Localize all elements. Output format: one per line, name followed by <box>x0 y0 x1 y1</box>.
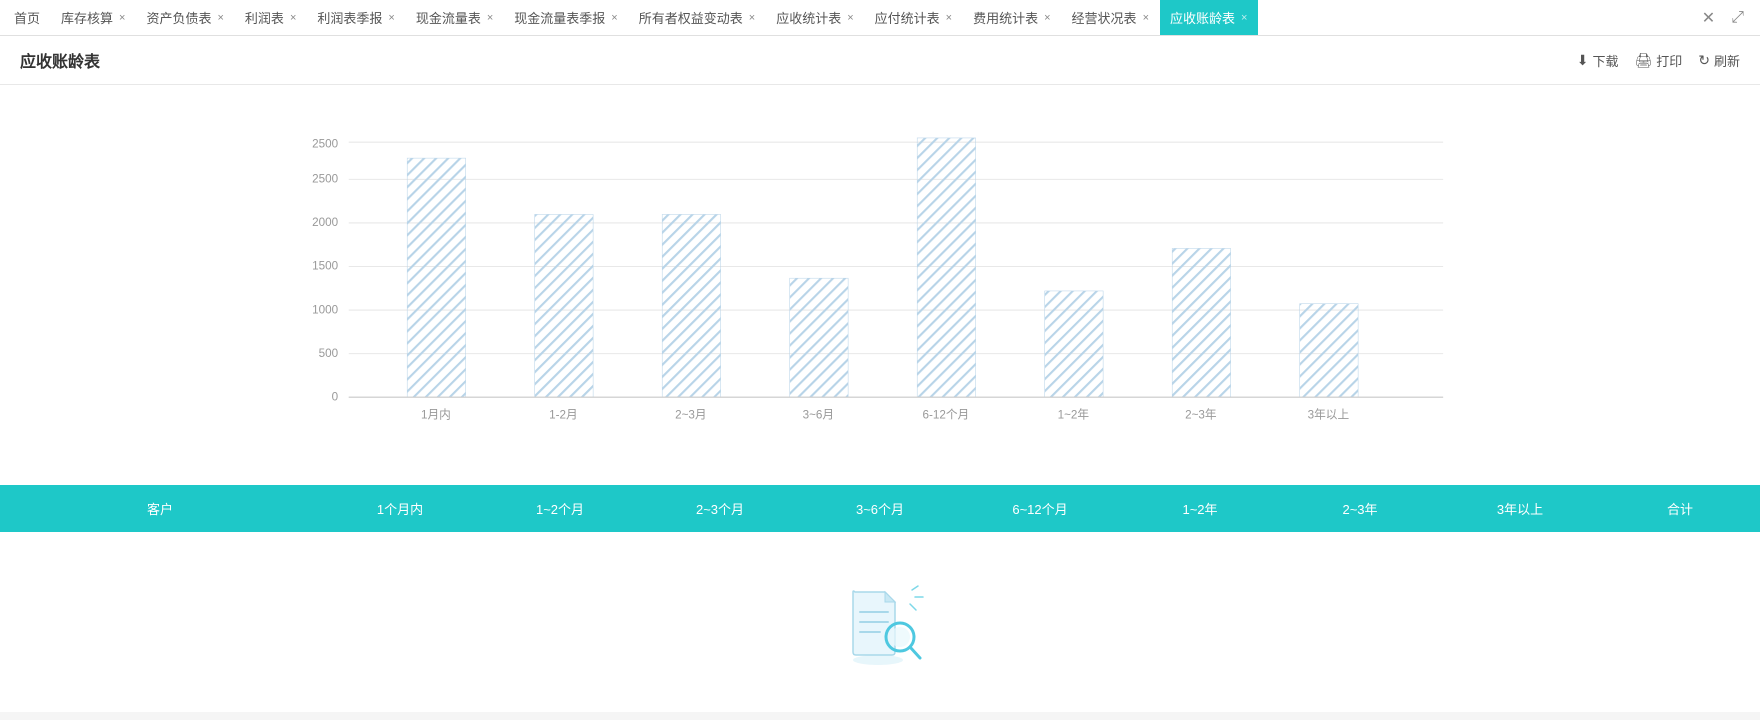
tab-equity[interactable]: 所有者权益变动表 × <box>629 0 766 36</box>
table-header-cell-1: 1个月内 <box>320 485 480 532</box>
tab-expense[interactable]: 费用统计表 × <box>963 0 1061 36</box>
download-icon: ⬇ <box>1577 52 1589 69</box>
x-label-2-3month: 2~3月 <box>675 408 706 421</box>
table-header-cell-7: 2~3年 <box>1280 485 1440 532</box>
table-header-cell-0: 客户 <box>0 485 320 532</box>
tab-close-balance[interactable]: × <box>217 12 223 24</box>
y-label-1000: 1000 <box>312 303 338 316</box>
y-label-1500: 1500 <box>312 260 338 273</box>
tab-close-ar-aging[interactable]: × <box>1241 12 1247 24</box>
tab-close-inventory[interactable]: × <box>119 12 125 24</box>
tab-home[interactable]: 首页 <box>4 0 51 36</box>
empty-icon <box>830 572 930 672</box>
tab-ap-stat[interactable]: 应付统计表 × <box>865 0 963 36</box>
close-window-icon[interactable]: ✕ <box>1698 6 1719 30</box>
x-label-6-12month: 6-12个月 <box>923 408 970 421</box>
tab-profit[interactable]: 利润表 × <box>235 0 307 36</box>
chart-svg-wrapper: 0 500 1000 1500 2000 2500 2500 <box>40 105 1720 445</box>
refresh-button[interactable]: ↻ 刷新 <box>1698 51 1740 70</box>
table-header-cell-5: 6~12个月 <box>960 485 1120 532</box>
y-label-2500a: 2500 <box>312 173 338 186</box>
bar-3-plus-year <box>1300 304 1358 398</box>
tab-close-cashflow-quarterly[interactable]: × <box>611 12 617 24</box>
tab-ar-aging[interactable]: 应收账龄表 × <box>1160 0 1258 36</box>
table-header-cell-9: 合计 <box>1600 485 1760 532</box>
print-button[interactable]: 🖨 打印 <box>1634 51 1682 70</box>
table-header-cell-2: 1~2个月 <box>480 485 640 532</box>
tab-ar-stat[interactable]: 应收统计表 × <box>766 0 864 36</box>
refresh-icon: ↻ <box>1698 52 1710 69</box>
bar-chart: 0 500 1000 1500 2000 2500 2500 <box>40 105 1720 445</box>
tab-label-profit: 利润表 <box>245 8 284 27</box>
tab-label-expense: 费用统计表 <box>973 8 1038 27</box>
tab-label-ar-aging: 应收账龄表 <box>1170 8 1235 27</box>
bar-6-12-month <box>917 138 975 397</box>
tab-label-home: 首页 <box>14 8 40 27</box>
tab-label-profit-quarterly: 利润表季报 <box>317 8 382 27</box>
tab-balance[interactable]: 资产负债表 × <box>136 0 234 36</box>
tab-label-cashflow: 现金流量表 <box>416 8 481 27</box>
tab-label-cashflow-quarterly: 现金流量表季报 <box>514 8 605 27</box>
tab-close-ap-stat[interactable]: × <box>946 12 952 24</box>
bar-1-2-year <box>1045 291 1103 397</box>
tab-close-profit[interactable]: × <box>290 12 296 24</box>
bar-2-3-year <box>1172 248 1230 397</box>
tab-label-inventory: 库存核算 <box>61 8 113 27</box>
table-header-cell-8: 3年以上 <box>1440 485 1600 532</box>
bar-2-3-month <box>662 214 720 397</box>
print-icon: 🖨 <box>1634 52 1652 69</box>
page-title: 应收账龄表 <box>20 48 100 72</box>
tab-label-balance: 资产负债表 <box>146 8 211 27</box>
x-label-3-6month: 3~6月 <box>803 408 834 421</box>
tab-bar: 首页库存核算×资产负债表×利润表×利润表季报×现金流量表×现金流量表季报×所有者… <box>0 0 1760 36</box>
download-button[interactable]: ⬇ 下载 <box>1577 51 1619 70</box>
tab-label-ap-stat: 应付统计表 <box>875 8 940 27</box>
tab-label-equity: 所有者权益变动表 <box>639 8 743 27</box>
tab-cashflow[interactable]: 现金流量表 × <box>406 0 504 36</box>
tab-cashflow-quarterly[interactable]: 现金流量表季报 × <box>504 0 628 36</box>
chart-area: 0 500 1000 1500 2000 2500 2500 <box>0 85 1760 485</box>
tab-close-equity[interactable]: × <box>749 12 755 24</box>
empty-illustration <box>830 572 930 672</box>
header-actions: ⬇ 下载 🖨 打印 ↻ 刷新 <box>1577 51 1740 70</box>
tab-operation[interactable]: 经营状况表 × <box>1062 0 1160 36</box>
tab-label-operation: 经营状况表 <box>1072 8 1137 27</box>
bar-3-6-month <box>790 278 848 397</box>
y-label-2000: 2000 <box>312 216 338 229</box>
bar-1-2-month <box>535 214 593 397</box>
main-content: 0 500 1000 1500 2000 2500 2500 <box>0 85 1760 712</box>
empty-state <box>0 532 1760 712</box>
tab-inventory[interactable]: 库存核算 × <box>51 0 136 36</box>
maximize-window-icon[interactable]: ⤢ <box>1727 7 1748 29</box>
y-label-0: 0 <box>332 390 339 403</box>
tab-close-expense[interactable]: × <box>1044 12 1050 24</box>
tab-label-ar-stat: 应收统计表 <box>776 8 841 27</box>
tab-bar-actions: ✕ ⤢ <box>1698 6 1756 30</box>
table-header-cell-4: 3~6个月 <box>800 485 960 532</box>
x-label-1-2year: 1~2年 <box>1058 407 1090 421</box>
y-label-500: 500 <box>319 347 339 360</box>
x-label-2-3year: 2~3年 <box>1185 407 1217 421</box>
x-label-3plus-year: 3年以上 <box>1308 407 1350 421</box>
bar-1-month <box>407 158 465 397</box>
table-header-cell-6: 1~2年 <box>1120 485 1280 532</box>
x-label-1-2month: 1-2月 <box>549 408 578 421</box>
tab-profit-quarterly[interactable]: 利润表季报 × <box>307 0 405 36</box>
table-header: 客户1个月内1~2个月2~3个月3~6个月6~12个月1~2年2~3年3年以上合… <box>0 485 1760 532</box>
table-header-cell-3: 2~3个月 <box>640 485 800 532</box>
page-header: 应收账龄表 ⬇ 下载 🖨 打印 ↻ 刷新 <box>0 36 1760 85</box>
tab-close-operation[interactable]: × <box>1143 12 1149 24</box>
tab-close-profit-quarterly[interactable]: × <box>388 12 394 24</box>
tab-close-ar-stat[interactable]: × <box>847 12 853 24</box>
tab-close-cashflow[interactable]: × <box>487 12 493 24</box>
y-label-2500b: 2500 <box>312 138 338 151</box>
x-label-1month: 1月内 <box>421 407 451 421</box>
